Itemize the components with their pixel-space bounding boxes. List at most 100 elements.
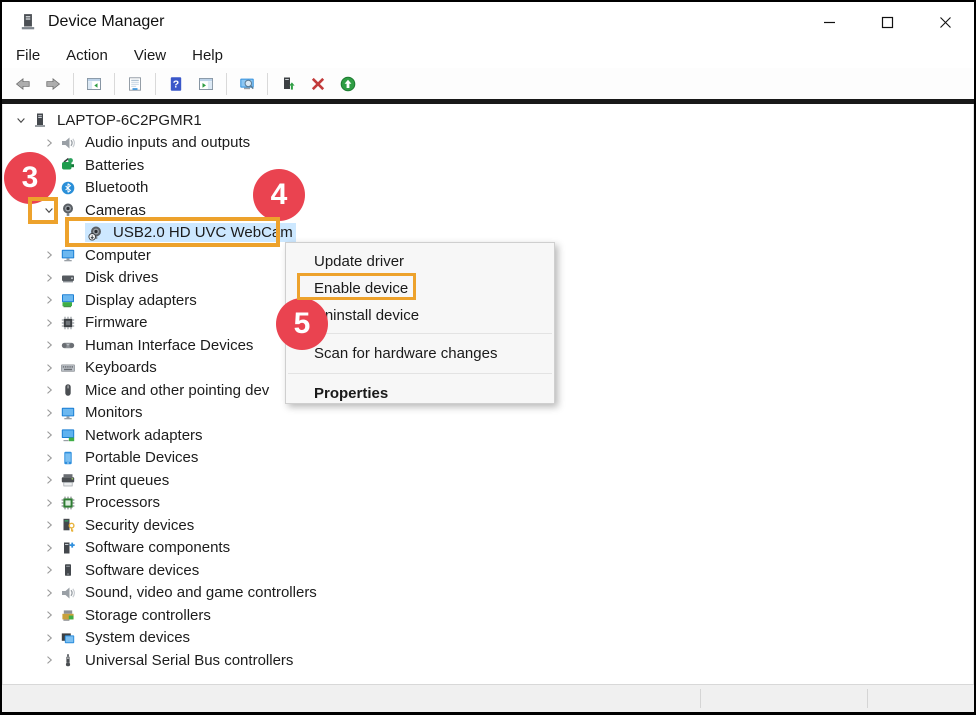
audio-icon <box>59 584 76 601</box>
update-driver-icon[interactable] <box>275 71 301 97</box>
menu-file[interactable]: File <box>16 47 40 64</box>
keyboard-icon <box>59 359 76 376</box>
tree-row-software-components[interactable]: Software components <box>3 537 973 560</box>
chevron-right-icon[interactable] <box>41 472 57 488</box>
usb-icon <box>59 652 76 669</box>
chevron-right-icon[interactable] <box>41 382 57 398</box>
context-menu-item-properties[interactable]: Properties <box>286 378 554 409</box>
scan-computer-icon[interactable] <box>234 71 260 97</box>
tree-label: Monitors <box>85 404 143 422</box>
tree-label: Storage controllers <box>85 606 211 624</box>
tree-row-portable-devices[interactable]: Portable Devices <box>3 447 973 470</box>
tree-row-batteries[interactable]: Batteries <box>3 154 973 177</box>
forward-icon[interactable] <box>40 71 66 97</box>
tree-label: Software devices <box>85 561 200 579</box>
software-device-icon <box>59 562 76 579</box>
chevron-right-icon[interactable] <box>41 495 57 511</box>
help-icon[interactable]: ? <box>163 71 189 97</box>
software-component-icon <box>59 539 76 556</box>
monitor-icon <box>59 404 76 421</box>
chevron-right-icon[interactable] <box>41 652 57 668</box>
toolbar-separator <box>267 72 268 95</box>
tree-label: Batteries <box>85 156 145 174</box>
chevron-right-icon[interactable] <box>41 585 57 601</box>
menu-action[interactable]: Action <box>66 47 108 64</box>
chevron-right-icon[interactable] <box>41 315 57 331</box>
menu-help[interactable]: Help <box>192 47 223 64</box>
toolbar: ? <box>2 68 974 99</box>
tree-row-sound-video-and-game-controllers[interactable]: Sound, video and game controllers <box>3 582 973 605</box>
tree-label: Audio inputs and outputs <box>85 134 251 152</box>
toolbar-separator <box>155 72 156 95</box>
tree-row-print-queues[interactable]: Print queues <box>3 469 973 492</box>
step-badge-4: 4 <box>253 169 305 221</box>
toolbar-separator <box>73 72 74 95</box>
processor-icon <box>59 494 76 511</box>
tree-row-bluetooth[interactable]: Bluetooth <box>3 177 973 200</box>
tree-row-network-adapters[interactable]: Network adapters <box>3 424 973 447</box>
chevron-right-icon[interactable] <box>41 360 57 376</box>
status-bar-divider <box>867 689 868 708</box>
tree-row-system-devices[interactable]: System devices <box>3 627 973 650</box>
close-button[interactable] <box>916 2 974 42</box>
tree-label: Sound, video and game controllers <box>85 584 317 602</box>
window-title: Device Manager <box>48 13 165 30</box>
chevron-right-icon[interactable] <box>41 607 57 623</box>
status-bar <box>2 684 974 712</box>
chevron-right-icon[interactable] <box>41 135 57 151</box>
tree-row-universal-serial-bus-controllers[interactable]: Universal Serial Bus controllers <box>3 649 973 672</box>
tree-label: Print queues <box>85 471 170 489</box>
chevron-right-icon[interactable] <box>41 270 57 286</box>
highlight-box-webcam <box>65 217 280 247</box>
bluetooth-icon <box>59 179 76 196</box>
context-menu-item-update-driver[interactable]: Update driver <box>286 248 554 275</box>
minimize-button[interactable] <box>800 2 858 42</box>
title-bar: Device Manager <box>2 2 974 42</box>
system-icon <box>59 629 76 646</box>
chevron-right-icon[interactable] <box>41 405 57 421</box>
status-bar-divider <box>700 689 701 708</box>
tree-row-software-devices[interactable]: Software devices <box>3 559 973 582</box>
chevron-right-icon[interactable] <box>41 517 57 533</box>
tree-row-security-devices[interactable]: Security devices <box>3 514 973 537</box>
update-software-icon[interactable] <box>335 71 361 97</box>
tree-row-processors[interactable]: Processors <box>3 492 973 515</box>
context-menu-item-scan-for-hardware-changes[interactable]: Scan for hardware changes <box>286 338 554 369</box>
tree-label: Portable Devices <box>85 449 199 467</box>
chevron-right-icon[interactable] <box>41 337 57 353</box>
chevron-right-icon[interactable] <box>41 247 57 263</box>
battery-icon <box>59 157 76 174</box>
context-menu-separator <box>288 333 552 334</box>
chevron-right-icon[interactable] <box>41 562 57 578</box>
show-console-tree-icon[interactable] <box>81 71 107 97</box>
chevron-right-icon[interactable] <box>41 427 57 443</box>
tree-label: Mice and other pointing dev <box>85 381 270 399</box>
chevron-right-icon[interactable] <box>41 450 57 466</box>
chevron-right-icon[interactable] <box>41 630 57 646</box>
audio-icon <box>59 134 76 151</box>
step-badge-5: 5 <box>276 298 328 350</box>
uninstall-device-icon[interactable] <box>305 71 331 97</box>
action-pane-icon[interactable] <box>193 71 219 97</box>
svg-text:?: ? <box>173 78 179 90</box>
chevron-down-icon[interactable] <box>13 112 29 128</box>
context-menu-separator <box>288 373 552 374</box>
tree-label: Disk drives <box>85 269 159 287</box>
tree-label: LAPTOP-6C2PGMR1 <box>57 111 202 129</box>
network-icon <box>59 427 76 444</box>
properties-icon[interactable] <box>122 71 148 97</box>
display-adapter-icon <box>59 292 76 309</box>
tree-row-storage-controllers[interactable]: Storage controllers <box>3 604 973 627</box>
tree-label: Security devices <box>85 516 195 534</box>
tree-row-laptop-6c2pgmr1[interactable]: LAPTOP-6C2PGMR1 <box>3 109 973 132</box>
back-icon[interactable] <box>10 71 36 97</box>
tree-row-audio-inputs-and-outputs[interactable]: Audio inputs and outputs <box>3 132 973 155</box>
tree-label: Universal Serial Bus controllers <box>85 651 294 669</box>
hid-icon <box>59 337 76 354</box>
maximize-button[interactable] <box>858 2 916 42</box>
menu-view[interactable]: View <box>134 47 166 64</box>
menu-bar: File Action View Help <box>2 42 974 68</box>
chevron-right-icon[interactable] <box>41 292 57 308</box>
chevron-right-icon[interactable] <box>41 540 57 556</box>
highlight-box-enable-device <box>297 273 416 300</box>
